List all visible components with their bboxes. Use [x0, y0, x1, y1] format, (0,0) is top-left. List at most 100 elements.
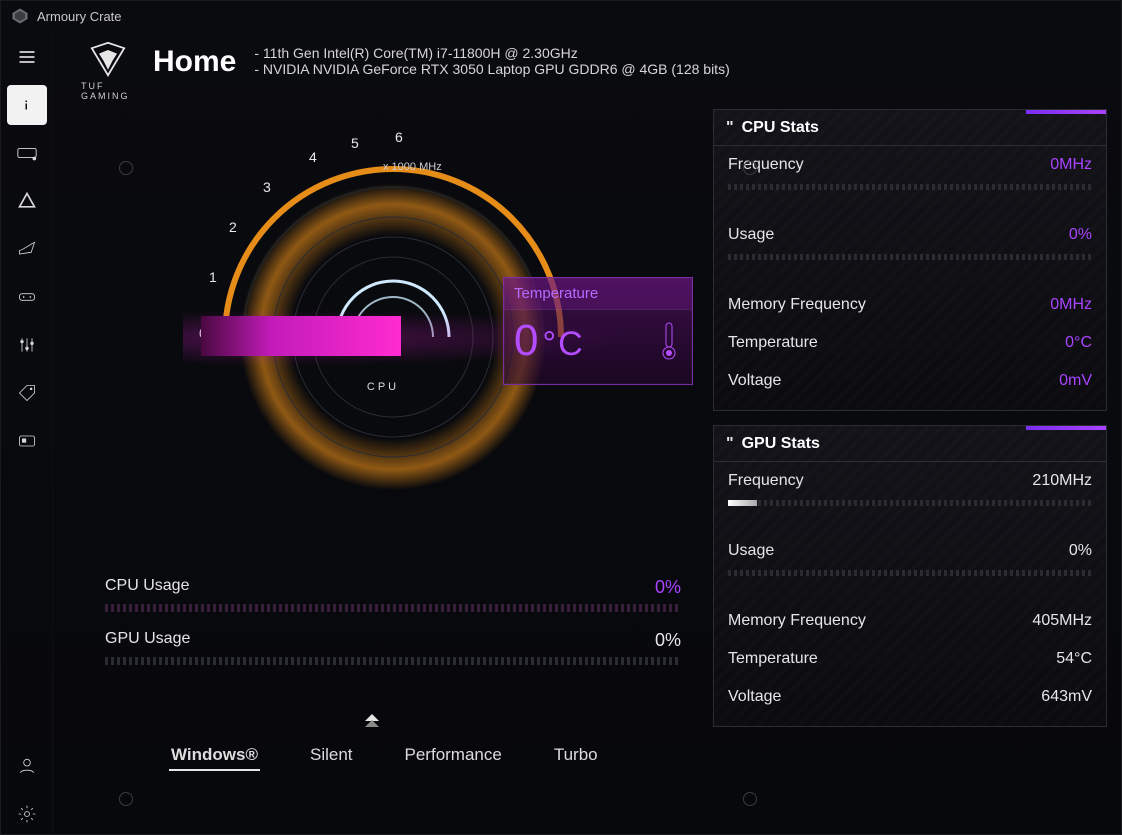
gpu-volt-label: Voltage: [728, 688, 781, 706]
gpu-model: NVIDIA NVIDIA GeForce RTX 3050 Laptop GP…: [254, 61, 729, 77]
gauge-center-label: CPU: [367, 381, 399, 393]
app-title: Armoury Crate: [37, 9, 122, 24]
cpu-stats-panel: "CPU Stats Frequency0MHz Usage0% Memory …: [713, 109, 1107, 411]
mode-turbo[interactable]: Turbo: [552, 741, 600, 771]
usage-row-cpu: CPU Usage 0%: [105, 577, 681, 612]
page-title: Home: [153, 45, 236, 79]
cpu-stats-title: CPU Stats: [742, 119, 819, 137]
mode-silent[interactable]: Silent: [308, 741, 355, 771]
gauge-tick-6: 6: [395, 129, 403, 145]
cpu-temp-label: Temperature: [728, 334, 818, 352]
brand-logo: TUF GAMING: [81, 41, 135, 101]
sidebar-profile[interactable]: [7, 746, 47, 786]
sidebar-wing[interactable]: [7, 229, 47, 269]
usage-block: CPU Usage 0% GPU Usage 0%: [63, 577, 699, 665]
temperature-unit: °C: [542, 325, 584, 364]
gpu-stats-title: GPU Stats: [742, 435, 820, 453]
gpu-temp-value: 54°C: [1056, 650, 1092, 668]
hamburger-icon: [17, 47, 37, 67]
wing-icon: [17, 239, 37, 259]
gpu-memfreq-value: 405MHz: [1032, 612, 1092, 630]
gauge-tick-5: 5: [351, 135, 359, 151]
gpu-usage-meter: [105, 657, 681, 665]
controller-icon: [17, 287, 37, 307]
brand-text: TUF GAMING: [81, 81, 135, 101]
header: TUF GAMING Home 11th Gen Intel(R) Core(T…: [63, 41, 1107, 101]
app-logo-icon: [11, 7, 29, 25]
cpu-usage-label: CPU Usage: [105, 577, 189, 598]
sidebar-info[interactable]: [7, 85, 47, 125]
gpu-usage2-label: Usage: [728, 542, 774, 560]
info-icon: [18, 96, 36, 114]
cpu-model: 11th Gen Intel(R) Core(TM) i7-11800H @ 2…: [254, 45, 729, 61]
cpu-freq-meter: [728, 184, 1092, 190]
cpu-freq-label: Frequency: [728, 156, 804, 174]
cpu-freq-value: 0MHz: [1050, 156, 1092, 174]
titlebar: Armoury Crate: [1, 1, 1121, 31]
settings-icon: [17, 804, 37, 824]
gpu-memfreq-label: Memory Frequency: [728, 612, 866, 630]
gpu-freq-meter: [728, 500, 1092, 506]
cpu-usage2-meter: [728, 254, 1092, 260]
cpu-usage-meter: [105, 604, 681, 612]
temperature-title: Temperature: [514, 285, 598, 302]
gpu-usage2-meter: [728, 570, 1092, 576]
usage-row-gpu: GPU Usage 0%: [105, 630, 681, 665]
cpu-volt-label: Voltage: [728, 372, 781, 390]
cpu-usage2-label: Usage: [728, 226, 774, 244]
cpu-gauge: 0 1 2 3 4 5 6 x 1000 MHz CPU Temperature…: [103, 119, 663, 559]
corner-ornament: [119, 161, 133, 175]
profile-icon: [17, 756, 37, 776]
triangle-icon: [17, 191, 37, 211]
sidebar-aura[interactable]: [7, 181, 47, 221]
gpu-freq-value: 210MHz: [1032, 472, 1092, 490]
keyboard-icon: [16, 142, 38, 164]
mode-performance[interactable]: Performance: [403, 741, 504, 771]
gpu-stats-panel: "GPU Stats Frequency210MHz Usage0% Memor…: [713, 425, 1107, 727]
tag-icon: [17, 383, 37, 403]
left-pane: 0 1 2 3 4 5 6 x 1000 MHz CPU Temperature…: [63, 109, 699, 789]
sidebar-tuning[interactable]: [7, 325, 47, 365]
gauge-needle: [201, 316, 401, 356]
modes-arrow-icon: [363, 714, 381, 733]
gauge-tick-1: 1: [209, 269, 217, 285]
cpu-volt-value: 0mV: [1059, 372, 1092, 390]
cpu-usage-value: 0%: [655, 577, 681, 598]
sidebar: [1, 31, 53, 834]
thermometer-icon: [656, 321, 682, 361]
temperature-badge: Temperature 0°C: [503, 277, 693, 385]
sidebar-settings[interactable]: [7, 794, 47, 834]
corner-ornament: [743, 792, 757, 806]
mode-windows[interactable]: Windows®: [169, 741, 260, 771]
cpu-temp-value: 0°C: [1065, 334, 1092, 352]
corner-ornament: [743, 161, 757, 175]
sidebar-hamburger[interactable]: [7, 37, 47, 77]
cpu-memfreq-label: Memory Frequency: [728, 296, 866, 314]
gauge-tick-4: 4: [309, 149, 317, 165]
sidebar-news[interactable]: [7, 421, 47, 461]
id-card-icon: [17, 431, 37, 451]
gauge-tick-2: 2: [229, 219, 237, 235]
cpu-memfreq-value: 0MHz: [1050, 296, 1092, 314]
main: 0 1 2 3 4 5 6 x 1000 MHz CPU Temperature…: [63, 109, 1107, 789]
sidebar-gamevisual[interactable]: [7, 277, 47, 317]
system-info: 11th Gen Intel(R) Core(TM) i7-11800H @ 2…: [254, 45, 729, 77]
gauge-scale-unit: x 1000 MHz: [383, 161, 442, 173]
app-window: Armoury Crate TUF GAMING Home 11th Gen I…: [0, 0, 1122, 835]
sidebar-deals[interactable]: [7, 373, 47, 413]
gauge-tick-3: 3: [263, 179, 271, 195]
gpu-usage2-value: 0%: [1069, 542, 1092, 560]
gpu-usage-label: GPU Usage: [105, 630, 190, 651]
tuf-logo-icon: [86, 41, 130, 77]
corner-ornament: [119, 792, 133, 806]
sidebar-keyboard[interactable]: [7, 133, 47, 173]
cpu-usage2-value: 0%: [1069, 226, 1092, 244]
gpu-volt-value: 643mV: [1041, 688, 1092, 706]
gpu-temp-label: Temperature: [728, 650, 818, 668]
temperature-value: 0: [514, 316, 540, 366]
gpu-usage-value: 0%: [655, 630, 681, 651]
mode-tabs: Windows® Silent Performance Turbo: [121, 741, 699, 771]
content: TUF GAMING Home 11th Gen Intel(R) Core(T…: [53, 31, 1121, 834]
gpu-freq-label: Frequency: [728, 472, 804, 490]
right-pane: "CPU Stats Frequency0MHz Usage0% Memory …: [713, 109, 1107, 789]
